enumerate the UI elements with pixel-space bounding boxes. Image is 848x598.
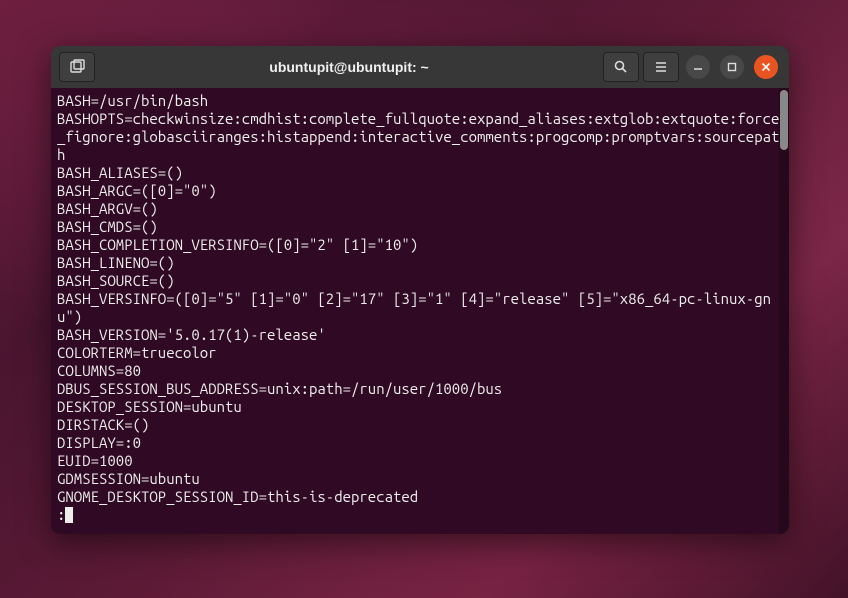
menu-button[interactable] (643, 52, 679, 82)
minimize-icon (693, 62, 703, 72)
hamburger-icon (653, 59, 669, 75)
search-icon (613, 59, 629, 75)
titlebar-right (601, 52, 783, 82)
prompt-text: : (57, 506, 65, 524)
titlebar: ubuntupit@ubuntupit: ~ (51, 46, 789, 88)
maximize-icon (727, 62, 737, 72)
new-tab-button[interactable] (59, 52, 95, 82)
terminal-output: BASH=/usr/bin/bash BASHOPTS=checkwinsize… (57, 92, 783, 506)
new-tab-icon (69, 59, 85, 75)
window-title: ubuntupit@ubuntupit: ~ (97, 59, 601, 75)
maximize-button[interactable] (720, 55, 744, 79)
search-button[interactable] (603, 52, 639, 82)
cursor (65, 507, 73, 523)
close-icon (761, 62, 771, 72)
terminal-body[interactable]: BASH=/usr/bin/bash BASHOPTS=checkwinsize… (51, 88, 789, 534)
close-button[interactable] (754, 55, 778, 79)
terminal-window: ubuntupit@ubuntupit: ~ (51, 46, 789, 534)
minimize-button[interactable] (686, 55, 710, 79)
prompt-line: : (57, 506, 783, 524)
scrollbar-track[interactable] (779, 88, 789, 534)
scrollbar-thumb[interactable] (780, 90, 788, 150)
